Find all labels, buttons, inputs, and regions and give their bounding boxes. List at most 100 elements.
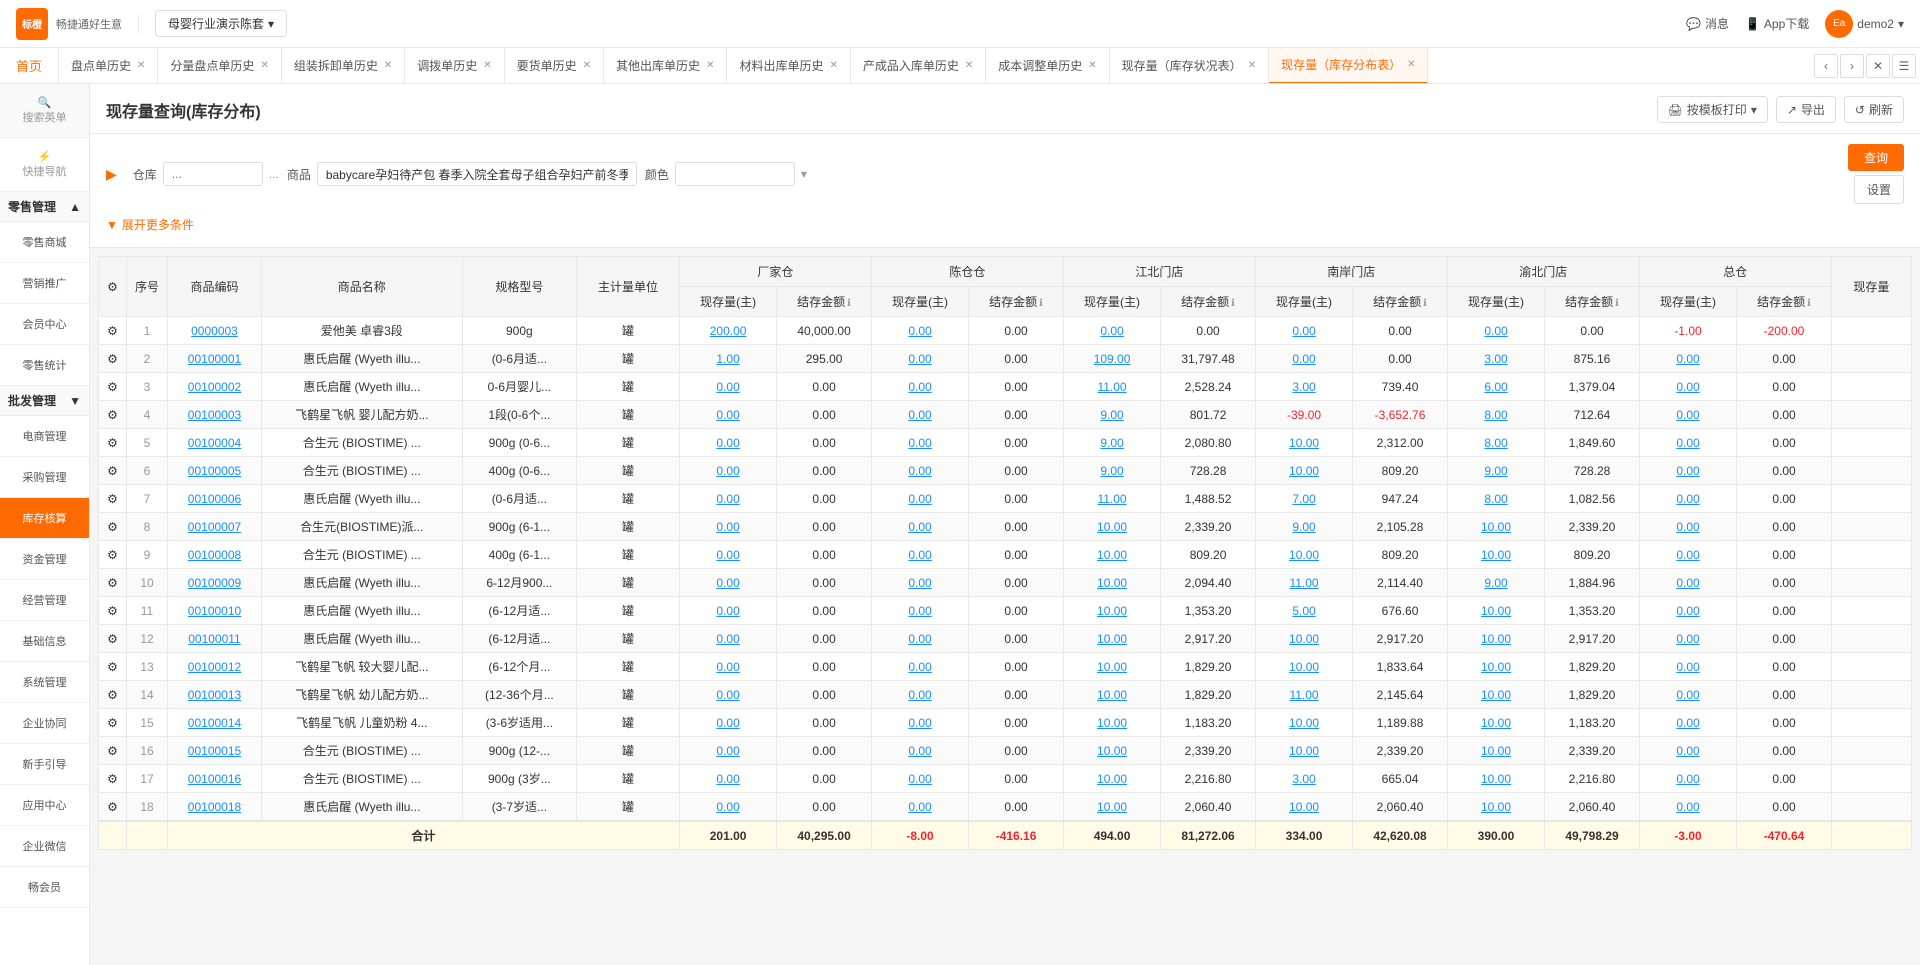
tab-item-4[interactable]: 要货单历史✕ — [505, 48, 604, 84]
tab-close-icon[interactable]: ✕ — [384, 60, 392, 71]
cell-yb-qty[interactable]: 10.00 — [1447, 709, 1544, 737]
cell-code[interactable]: 00100013 — [168, 681, 262, 709]
cell-yb-qty[interactable]: 10.00 — [1447, 597, 1544, 625]
cell-jb-qty[interactable]: 0.00 — [1063, 317, 1160, 345]
sidebar-item-quicknav[interactable]: ⚡ 快捷导航 — [0, 138, 89, 192]
cell-f-qty[interactable]: 0.00 — [679, 485, 776, 513]
cell-f-qty[interactable]: 0.00 — [679, 793, 776, 822]
cell-na-qty[interactable]: 10.00 — [1255, 793, 1352, 822]
cell-t-qty[interactable]: 0.00 — [1639, 541, 1736, 569]
cell-code[interactable]: 00100006 — [168, 485, 262, 513]
cell-jb-qty[interactable]: 10.00 — [1063, 625, 1160, 653]
sidebar-section-retail[interactable]: 零售管理 ▲ — [0, 192, 89, 222]
cell-na-qty[interactable]: 10.00 — [1255, 709, 1352, 737]
tab-prev-btn[interactable]: ‹ — [1814, 54, 1838, 78]
info-icon-f[interactable]: ℹ — [847, 298, 851, 309]
warehouse-input[interactable] — [163, 162, 263, 186]
tab-menu-btn[interactable]: ☰ — [1892, 54, 1916, 78]
sidebar-item-search[interactable]: 🔍 搜索英单 — [0, 84, 89, 138]
cell-f-qty[interactable]: 0.00 — [679, 513, 776, 541]
cell-code[interactable]: 00100002 — [168, 373, 262, 401]
tab-close-icon[interactable]: ✕ — [965, 60, 973, 71]
cell-cc-qty[interactable]: 0.00 — [871, 373, 968, 401]
cell-na-qty[interactable]: 10.00 — [1255, 625, 1352, 653]
cell-cc-qty[interactable]: 0.00 — [871, 765, 968, 793]
cell-t-qty[interactable]: 0.00 — [1639, 373, 1736, 401]
cell-settings[interactable]: ⚙ — [99, 597, 127, 625]
cell-jb-qty[interactable]: 10.00 — [1063, 681, 1160, 709]
info-icon-t[interactable]: ℹ — [1807, 298, 1811, 309]
cell-cc-qty[interactable]: 0.00 — [871, 429, 968, 457]
cell-code[interactable]: 00100003 — [168, 401, 262, 429]
cell-settings[interactable]: ⚙ — [99, 373, 127, 401]
cell-code[interactable]: 00100010 — [168, 597, 262, 625]
cell-yb-qty[interactable]: 8.00 — [1447, 401, 1544, 429]
sidebar-item-finance[interactable]: 资金管理 — [0, 539, 89, 580]
cell-settings[interactable]: ⚙ — [99, 653, 127, 681]
cell-t-qty[interactable]: 0.00 — [1639, 457, 1736, 485]
message-btn[interactable]: 💬 消息 — [1686, 15, 1729, 32]
cell-jb-qty[interactable]: 109.00 — [1063, 345, 1160, 373]
cell-jb-qty[interactable]: 11.00 — [1063, 373, 1160, 401]
cell-yb-qty[interactable]: 6.00 — [1447, 373, 1544, 401]
cell-jb-qty[interactable]: 10.00 — [1063, 737, 1160, 765]
sidebar-item-purchase[interactable]: 采购管理 — [0, 457, 89, 498]
cell-na-qty[interactable]: 3.00 — [1255, 373, 1352, 401]
cell-cc-qty[interactable]: 0.00 — [871, 793, 968, 822]
cell-settings[interactable]: ⚙ — [99, 429, 127, 457]
tab-item-3[interactable]: 调拨单历史✕ — [405, 48, 504, 84]
cell-yb-qty[interactable]: 10.00 — [1447, 765, 1544, 793]
tab-item-8[interactable]: 成本调整单历史✕ — [986, 48, 1109, 84]
tab-item-7[interactable]: 产成品入库单历史✕ — [851, 48, 986, 84]
cell-cc-qty[interactable]: 0.00 — [871, 737, 968, 765]
cell-f-qty[interactable]: 0.00 — [679, 653, 776, 681]
sidebar-item-marketing[interactable]: 营销推广 — [0, 263, 89, 304]
cell-t-qty[interactable]: 0.00 — [1639, 429, 1736, 457]
cell-code[interactable]: 00100005 — [168, 457, 262, 485]
sidebar-item-collab[interactable]: 企业协同 — [0, 703, 89, 744]
cell-t-qty[interactable]: 0.00 — [1639, 597, 1736, 625]
cell-code[interactable]: 00100011 — [168, 625, 262, 653]
tab-close-icon[interactable]: ✕ — [483, 60, 491, 71]
cell-code[interactable]: 00100012 — [168, 653, 262, 681]
cell-cc-qty[interactable]: 0.00 — [871, 513, 968, 541]
cell-cc-qty[interactable]: 0.00 — [871, 681, 968, 709]
cell-settings[interactable]: ⚙ — [99, 765, 127, 793]
cell-t-qty[interactable]: 0.00 — [1639, 653, 1736, 681]
cell-settings[interactable]: ⚙ — [99, 485, 127, 513]
cell-settings[interactable]: ⚙ — [99, 737, 127, 765]
cell-f-qty[interactable]: 0.00 — [679, 569, 776, 597]
cell-settings[interactable]: ⚙ — [99, 709, 127, 737]
cell-f-qty[interactable]: 0.00 — [679, 541, 776, 569]
tab-home[interactable]: 首页 — [0, 48, 59, 84]
cell-na-qty[interactable]: 10.00 — [1255, 457, 1352, 485]
cell-cc-qty[interactable]: 0.00 — [871, 597, 968, 625]
setting-btn[interactable]: 设置 — [1854, 175, 1904, 204]
cell-yb-qty[interactable]: 9.00 — [1447, 569, 1544, 597]
cell-yb-qty[interactable]: 3.00 — [1447, 345, 1544, 373]
tab-close-icon[interactable]: ✕ — [1407, 59, 1415, 70]
info-icon-na[interactable]: ℹ — [1423, 298, 1427, 309]
tab-item-0[interactable]: 盘点单历史✕ — [59, 48, 158, 84]
info-icon-yb[interactable]: ℹ — [1615, 298, 1619, 309]
cell-na-qty[interactable]: 11.00 — [1255, 681, 1352, 709]
table-container[interactable]: ⚙ 序号 商品编码 商品名称 规格型号 主计量单位 厂家仓 陈仓仓 江北门店 南… — [90, 248, 1920, 965]
cell-na-qty[interactable]: 10.00 — [1255, 737, 1352, 765]
sidebar-item-operations[interactable]: 经营管理 — [0, 580, 89, 621]
cell-settings[interactable]: ⚙ — [99, 793, 127, 822]
store-selector[interactable]: 母婴行业演示陈套 ▾ — [155, 10, 287, 37]
sidebar-item-wechat[interactable]: 企业微信 — [0, 826, 89, 867]
cell-na-qty[interactable]: 11.00 — [1255, 569, 1352, 597]
cell-code[interactable]: 00100001 — [168, 345, 262, 373]
cell-jb-qty[interactable]: 10.00 — [1063, 765, 1160, 793]
cell-code[interactable]: 0000003 — [168, 317, 262, 345]
cell-f-qty[interactable]: 0.00 — [679, 765, 776, 793]
info-icon-jb[interactable]: ℹ — [1231, 298, 1235, 309]
cell-na-qty[interactable]: 0.00 — [1255, 345, 1352, 373]
cell-jb-qty[interactable]: 9.00 — [1063, 429, 1160, 457]
cell-cc-qty[interactable]: 0.00 — [871, 625, 968, 653]
expand-arrow-icon[interactable]: ▶ — [106, 166, 117, 183]
cell-t-qty[interactable]: 0.00 — [1639, 709, 1736, 737]
cell-code[interactable]: 00100018 — [168, 793, 262, 822]
cell-settings[interactable]: ⚙ — [99, 625, 127, 653]
